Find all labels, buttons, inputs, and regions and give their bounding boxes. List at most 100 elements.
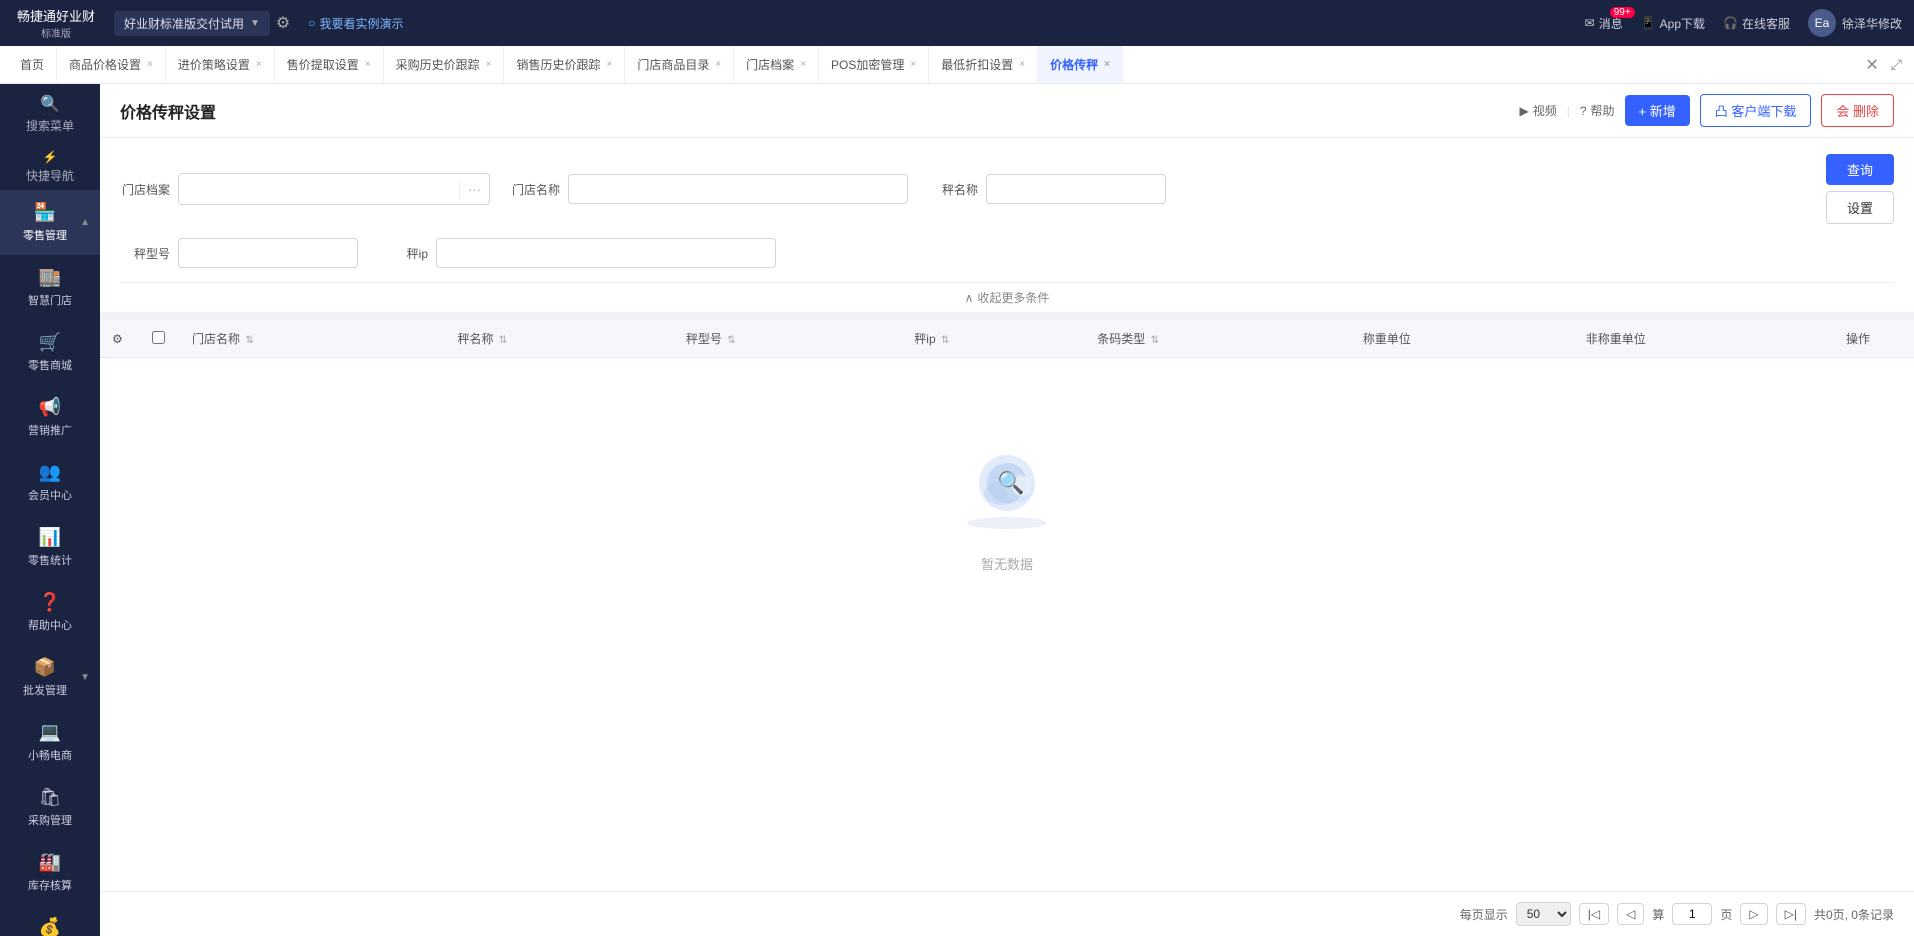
app-download-button[interactable]: 📱 App下载 xyxy=(1641,15,1705,32)
smart-store-icon: 🏬 xyxy=(39,267,61,288)
tab-price-label: 商品价格设置 xyxy=(69,56,141,73)
tab-pos-manage-close[interactable]: × xyxy=(910,59,916,70)
download-button[interactable]: 凸 客户端下载 xyxy=(1700,94,1812,127)
filter-scale-model: 秤型号 xyxy=(120,238,358,268)
online-service-icon: 🎧 xyxy=(1723,16,1738,30)
sidebar-online-retail-label: 零售商城 xyxy=(28,357,72,373)
th-non-weight-unit: 非称重单位 xyxy=(1574,320,1834,358)
th-scale-ip[interactable]: 秤ip ⇅ xyxy=(902,320,1085,358)
store-file-label: 门店档案 xyxy=(120,181,170,198)
help-link[interactable]: ? 帮助 xyxy=(1580,102,1615,119)
video-link[interactable]: ▶ 视频 xyxy=(1519,102,1556,119)
last-page-button[interactable]: ▷| xyxy=(1776,903,1806,925)
tab-price-scale[interactable]: 价格传秤 × xyxy=(1038,46,1123,84)
demo-label: 我要看实例演示 xyxy=(320,15,404,32)
store-file-dots-button[interactable]: ··· xyxy=(459,182,489,197)
sidebar-item-retail[interactable]: 🏪 零售管理 ▲ xyxy=(0,190,100,255)
select-all-checkbox[interactable] xyxy=(152,331,165,344)
tab-sale-history-label: 销售历史价跟踪 xyxy=(516,56,600,73)
sidebar-search[interactable]: 🔍 搜索菜单 xyxy=(0,84,100,144)
store-name-input[interactable] xyxy=(568,174,908,204)
content-area: 价格传秤设置 ▶ 视频 | ? 帮助 + 新增 凸 客户端下载 会 删除 xyxy=(100,84,1914,936)
store-name-label: 门店名称 xyxy=(510,181,560,198)
filter-store-name: 门店名称 xyxy=(510,174,908,204)
sidebar-item-purchase[interactable]: 🛍 采购管理 xyxy=(0,775,100,840)
page-input[interactable] xyxy=(1672,903,1712,925)
search-icon: 🔍 xyxy=(40,94,60,114)
th-settings[interactable]: ⚙ xyxy=(100,320,140,358)
sidebar-item-member[interactable]: 👥 会员中心 xyxy=(0,450,100,515)
sidebar-item-xiaochange[interactable]: 💻 小畅电商 xyxy=(0,710,100,775)
tab-store-catalog[interactable]: 门店商品目录 × xyxy=(625,46,734,84)
tab-expand-button[interactable]: ⤢ xyxy=(1887,56,1906,73)
tab-store-catalog-close[interactable]: × xyxy=(715,59,721,70)
tab-purchase-history[interactable]: 采购历史价跟踪 × xyxy=(384,46,505,84)
sidebar-item-capital[interactable]: 💰 资金管理 xyxy=(0,905,100,936)
tab-purchase-strategy[interactable]: 进价策略设置 × xyxy=(166,46,275,84)
th-scale-name[interactable]: 秤名称 ⇅ xyxy=(446,320,674,358)
empty-illustration: 🔍 xyxy=(947,438,1067,538)
th-scale-name-label: 秤名称 xyxy=(458,332,494,346)
scale-model-input[interactable] xyxy=(178,238,358,268)
top-actions: ✉ 消息 99+ 📱 App下载 🎧 在线客服 Ea 徐泽华修改 xyxy=(1585,9,1902,37)
tab-sale-history-close[interactable]: × xyxy=(606,59,612,70)
tab-price-close[interactable]: × xyxy=(147,59,153,70)
filter-store-file: 门店档案 ··· xyxy=(120,173,490,205)
tab-min-discount[interactable]: 最低折扣设置 × xyxy=(929,46,1038,84)
store-file-input[interactable] xyxy=(179,174,459,204)
filter-row-2: 秤型号 秤ip xyxy=(120,238,1894,268)
sidebar-item-smart-store[interactable]: 🏬 智慧门店 xyxy=(0,255,100,320)
first-page-button[interactable]: |◁ xyxy=(1579,903,1609,925)
setting-button[interactable]: 设置 xyxy=(1826,191,1894,224)
tab-sale-extract-close[interactable]: × xyxy=(365,59,371,70)
sidebar-item-marketing[interactable]: 📢 营销推广 xyxy=(0,385,100,450)
th-barcode-type[interactable]: 条码类型 ⇅ xyxy=(1085,320,1351,358)
message-button[interactable]: ✉ 消息 99+ xyxy=(1585,15,1623,32)
tab-home[interactable]: 首页 xyxy=(8,46,57,84)
delete-button[interactable]: 会 删除 xyxy=(1821,94,1894,127)
tab-purchase-history-close[interactable]: × xyxy=(486,59,492,70)
tab-sale-history[interactable]: 销售历史价跟踪 × xyxy=(504,46,625,84)
th-checkbox[interactable] xyxy=(140,320,180,358)
top-bar: 畅捷通好业财 标准版 好业财标准版交付试用 ▼ ⚙ ○ 我要看实例演示 ✉ 消息… xyxy=(0,0,1914,46)
sidebar-item-online-retail[interactable]: 🛒 零售商城 xyxy=(0,320,100,385)
scale-ip-input[interactable] xyxy=(436,238,776,268)
collapse-button[interactable]: ∧ 收起更多条件 xyxy=(965,289,1050,306)
tab-price-scale-close[interactable]: × xyxy=(1104,59,1110,70)
tab-store-file-close[interactable]: × xyxy=(800,59,806,70)
tab-price[interactable]: 商品价格设置 × xyxy=(57,46,166,84)
collapse-label: 收起更多条件 xyxy=(977,289,1049,306)
per-page-label: 每页显示 xyxy=(1460,906,1508,923)
th-scale-model[interactable]: 秤型号 ⇅ xyxy=(674,320,902,358)
tab-pos-manage[interactable]: POS加密管理 × xyxy=(819,46,929,84)
sidebar-quick-nav-label: 快捷导航 xyxy=(26,167,74,184)
tab-store-file-label: 门店档案 xyxy=(746,56,794,73)
tab-min-discount-close[interactable]: × xyxy=(1019,59,1025,70)
store-file-input-wrapper[interactable]: ··· xyxy=(178,173,490,205)
add-button[interactable]: + 新增 xyxy=(1625,95,1690,126)
tab-store-file[interactable]: 门店档案 × xyxy=(734,46,819,84)
sidebar-retail-stats-label: 零售统计 xyxy=(28,552,72,568)
filter-row-1: 门店档案 ··· 门店名称 秤名称 查询 设置 xyxy=(120,154,1894,224)
video-label: 视频 xyxy=(1533,102,1557,119)
sidebar-search-label: 搜索菜单 xyxy=(26,117,74,134)
scale-name-input[interactable] xyxy=(986,174,1166,204)
tab-sale-extract[interactable]: 售价提取设置 × xyxy=(275,46,384,84)
per-page-select[interactable]: 50 10 20 100 xyxy=(1516,902,1571,926)
th-store-name[interactable]: 门店名称 ⇅ xyxy=(180,320,446,358)
sidebar-item-help[interactable]: ❓ 帮助中心 xyxy=(0,580,100,645)
query-button[interactable]: 查询 xyxy=(1826,154,1894,185)
demo-link[interactable]: ○ 我要看实例演示 xyxy=(308,15,403,32)
prev-page-button[interactable]: ◁ xyxy=(1617,903,1644,925)
sidebar-item-retail-stats[interactable]: 📊 零售统计 xyxy=(0,515,100,580)
sidebar-quick-nav[interactable]: ⚡ 快捷导航 xyxy=(0,144,100,190)
user-info[interactable]: Ea 徐泽华修改 xyxy=(1808,9,1902,37)
sidebar-item-inventory[interactable]: 🏭 库存核算 xyxy=(0,840,100,905)
tab-purchase-strategy-close[interactable]: × xyxy=(256,59,262,70)
online-service-button[interactable]: 🎧 在线客服 xyxy=(1723,15,1790,32)
sidebar-item-wholesale[interactable]: 📦 批发管理 ▼ xyxy=(0,645,100,710)
version-settings-button[interactable]: ⚙ xyxy=(276,13,290,33)
next-page-button[interactable]: ▷ xyxy=(1740,903,1767,925)
version-select[interactable]: 好业财标准版交付试用 ▼ xyxy=(114,11,270,36)
tab-close-all-button[interactable]: ✕ xyxy=(1861,55,1882,75)
